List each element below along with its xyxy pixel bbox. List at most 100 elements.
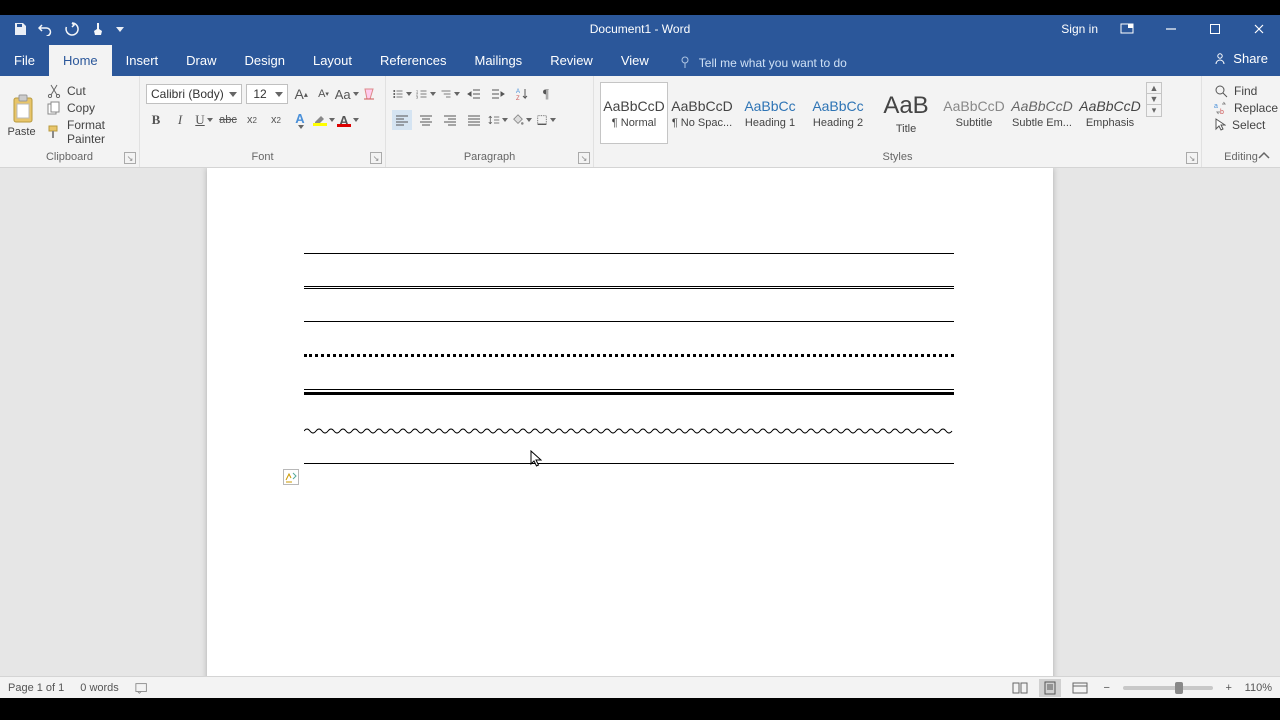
style--normal[interactable]: AaBbCcD¶ Normal (600, 82, 668, 144)
read-mode-button[interactable] (1009, 679, 1031, 697)
style-heading-1[interactable]: AaBbCcHeading 1 (736, 82, 804, 144)
save-icon[interactable] (12, 21, 28, 37)
style-subtitle[interactable]: AaBbCcDSubtitle (940, 82, 1008, 144)
status-page[interactable]: Page 1 of 1 (8, 682, 64, 694)
zoom-out-button[interactable]: − (1099, 682, 1115, 694)
subscript-button[interactable]: x2 (242, 110, 262, 130)
tab-draw[interactable]: Draw (172, 45, 230, 76)
format-painter-icon (47, 125, 61, 139)
print-layout-button[interactable] (1039, 679, 1061, 697)
cut-icon (47, 84, 61, 98)
clipboard-dialog-launcher[interactable]: ↘ (124, 152, 136, 164)
mouse-cursor-icon (530, 450, 542, 468)
spellcheck-icon[interactable] (135, 681, 149, 695)
horizontal-line-triple (304, 389, 954, 395)
close-icon[interactable] (1244, 19, 1274, 39)
signin-link[interactable]: Sign in (1061, 22, 1098, 36)
ribbon-display-icon[interactable] (1112, 19, 1142, 39)
scroll-down-icon[interactable]: ▼ (1147, 94, 1161, 105)
tab-review[interactable]: Review (536, 45, 607, 76)
tab-view[interactable]: View (607, 45, 663, 76)
clear-formatting-button[interactable] (361, 84, 379, 104)
paragraph-dialog-launcher[interactable]: ↘ (578, 152, 590, 164)
strikethrough-button[interactable]: abc (218, 110, 238, 130)
show-marks-button[interactable]: ¶ (536, 84, 556, 104)
underline-button[interactable]: U (194, 110, 214, 130)
style-title[interactable]: AaBTitle (872, 82, 940, 144)
borders-button[interactable] (536, 110, 556, 130)
style-subtle-em-[interactable]: AaBbCcDSubtle Em... (1008, 82, 1076, 144)
format-painter-button[interactable]: Format Painter (47, 118, 129, 146)
collapse-ribbon-icon[interactable] (1254, 147, 1274, 165)
decrease-indent-button[interactable] (464, 84, 484, 104)
style--no-spac-[interactable]: AaBbCcD¶ No Spac... (668, 82, 736, 144)
italic-button[interactable]: I (170, 110, 190, 130)
numbering-button[interactable]: 123 (416, 84, 436, 104)
shading-button[interactable] (512, 110, 532, 130)
tab-home[interactable]: Home (49, 45, 112, 76)
tab-references[interactable]: References (366, 45, 460, 76)
font-name-combo[interactable]: Calibri (Body) (146, 84, 242, 104)
multilevel-list-button[interactable] (440, 84, 460, 104)
select-button[interactable]: Select (1214, 118, 1268, 132)
copy-button[interactable]: Copy (47, 101, 129, 115)
font-dialog-launcher[interactable]: ↘ (370, 152, 382, 164)
maximize-icon[interactable] (1200, 19, 1230, 39)
tab-file[interactable]: File (0, 45, 49, 76)
touch-mode-icon[interactable] (90, 21, 106, 37)
autocorrect-options-icon[interactable] (283, 469, 299, 485)
horizontal-line-dotted (304, 354, 954, 357)
share-button[interactable]: Share (1201, 45, 1280, 72)
tab-insert[interactable]: Insert (112, 45, 173, 76)
styles-scroll[interactable]: ▲▼▾ (1146, 82, 1162, 117)
font-size-combo[interactable]: 12 (246, 84, 288, 104)
style-emphasis[interactable]: AaBbCcDEmphasis (1076, 82, 1144, 144)
minimize-icon[interactable] (1156, 19, 1186, 39)
horizontal-line-wavy (304, 427, 954, 435)
superscript-button[interactable]: x2 (266, 110, 286, 130)
increase-indent-button[interactable] (488, 84, 508, 104)
window-title: Document1 - Word (590, 22, 690, 36)
tell-me-search[interactable]: Tell me what you want to do (669, 56, 857, 70)
tab-mailings[interactable]: Mailings (461, 45, 537, 76)
styles-more-icon[interactable]: ▾ (1147, 105, 1161, 116)
copy-icon (47, 101, 61, 115)
align-right-button[interactable] (440, 110, 460, 130)
sort-button[interactable]: AZ (512, 84, 532, 104)
align-center-button[interactable] (416, 110, 436, 130)
paste-button[interactable]: Paste (6, 80, 39, 151)
page[interactable] (207, 168, 1053, 676)
styles-dialog-launcher[interactable]: ↘ (1186, 152, 1198, 164)
font-color-button[interactable]: A (338, 110, 358, 130)
align-left-button[interactable] (392, 110, 412, 130)
style-heading-2[interactable]: AaBbCcHeading 2 (804, 82, 872, 144)
undo-icon[interactable] (38, 21, 54, 37)
group-clipboard: Paste Cut Copy Format Painter Clipboard … (0, 76, 140, 167)
qat-dropdown-icon[interactable] (116, 27, 124, 32)
justify-button[interactable] (464, 110, 484, 130)
bold-button[interactable]: B (146, 110, 166, 130)
shrink-font-button[interactable]: A▾ (314, 84, 332, 104)
tab-design[interactable]: Design (231, 45, 299, 76)
text-effects-button[interactable]: A (290, 110, 310, 130)
change-case-button[interactable]: Aa (337, 84, 357, 104)
document-area[interactable] (0, 168, 1280, 676)
scroll-up-icon[interactable]: ▲ (1147, 83, 1161, 94)
tab-layout[interactable]: Layout (299, 45, 366, 76)
zoom-level[interactable]: 110% (1245, 682, 1272, 694)
cut-button[interactable]: Cut (47, 84, 129, 98)
document-content[interactable] (304, 253, 954, 464)
ribbon-tabs: File Home Insert Draw Design Layout Refe… (0, 43, 1280, 76)
find-button[interactable]: Find (1214, 84, 1268, 98)
zoom-thumb[interactable] (1175, 682, 1183, 694)
replace-button[interactable]: abReplace (1214, 101, 1268, 115)
bullets-button[interactable] (392, 84, 412, 104)
zoom-slider[interactable] (1123, 686, 1213, 690)
highlight-button[interactable] (314, 110, 334, 130)
grow-font-button[interactable]: A▴ (292, 84, 310, 104)
status-words[interactable]: 0 words (80, 682, 119, 694)
web-layout-button[interactable] (1069, 679, 1091, 697)
zoom-in-button[interactable]: + (1221, 682, 1237, 694)
redo-icon[interactable] (64, 21, 80, 37)
line-spacing-button[interactable] (488, 110, 508, 130)
